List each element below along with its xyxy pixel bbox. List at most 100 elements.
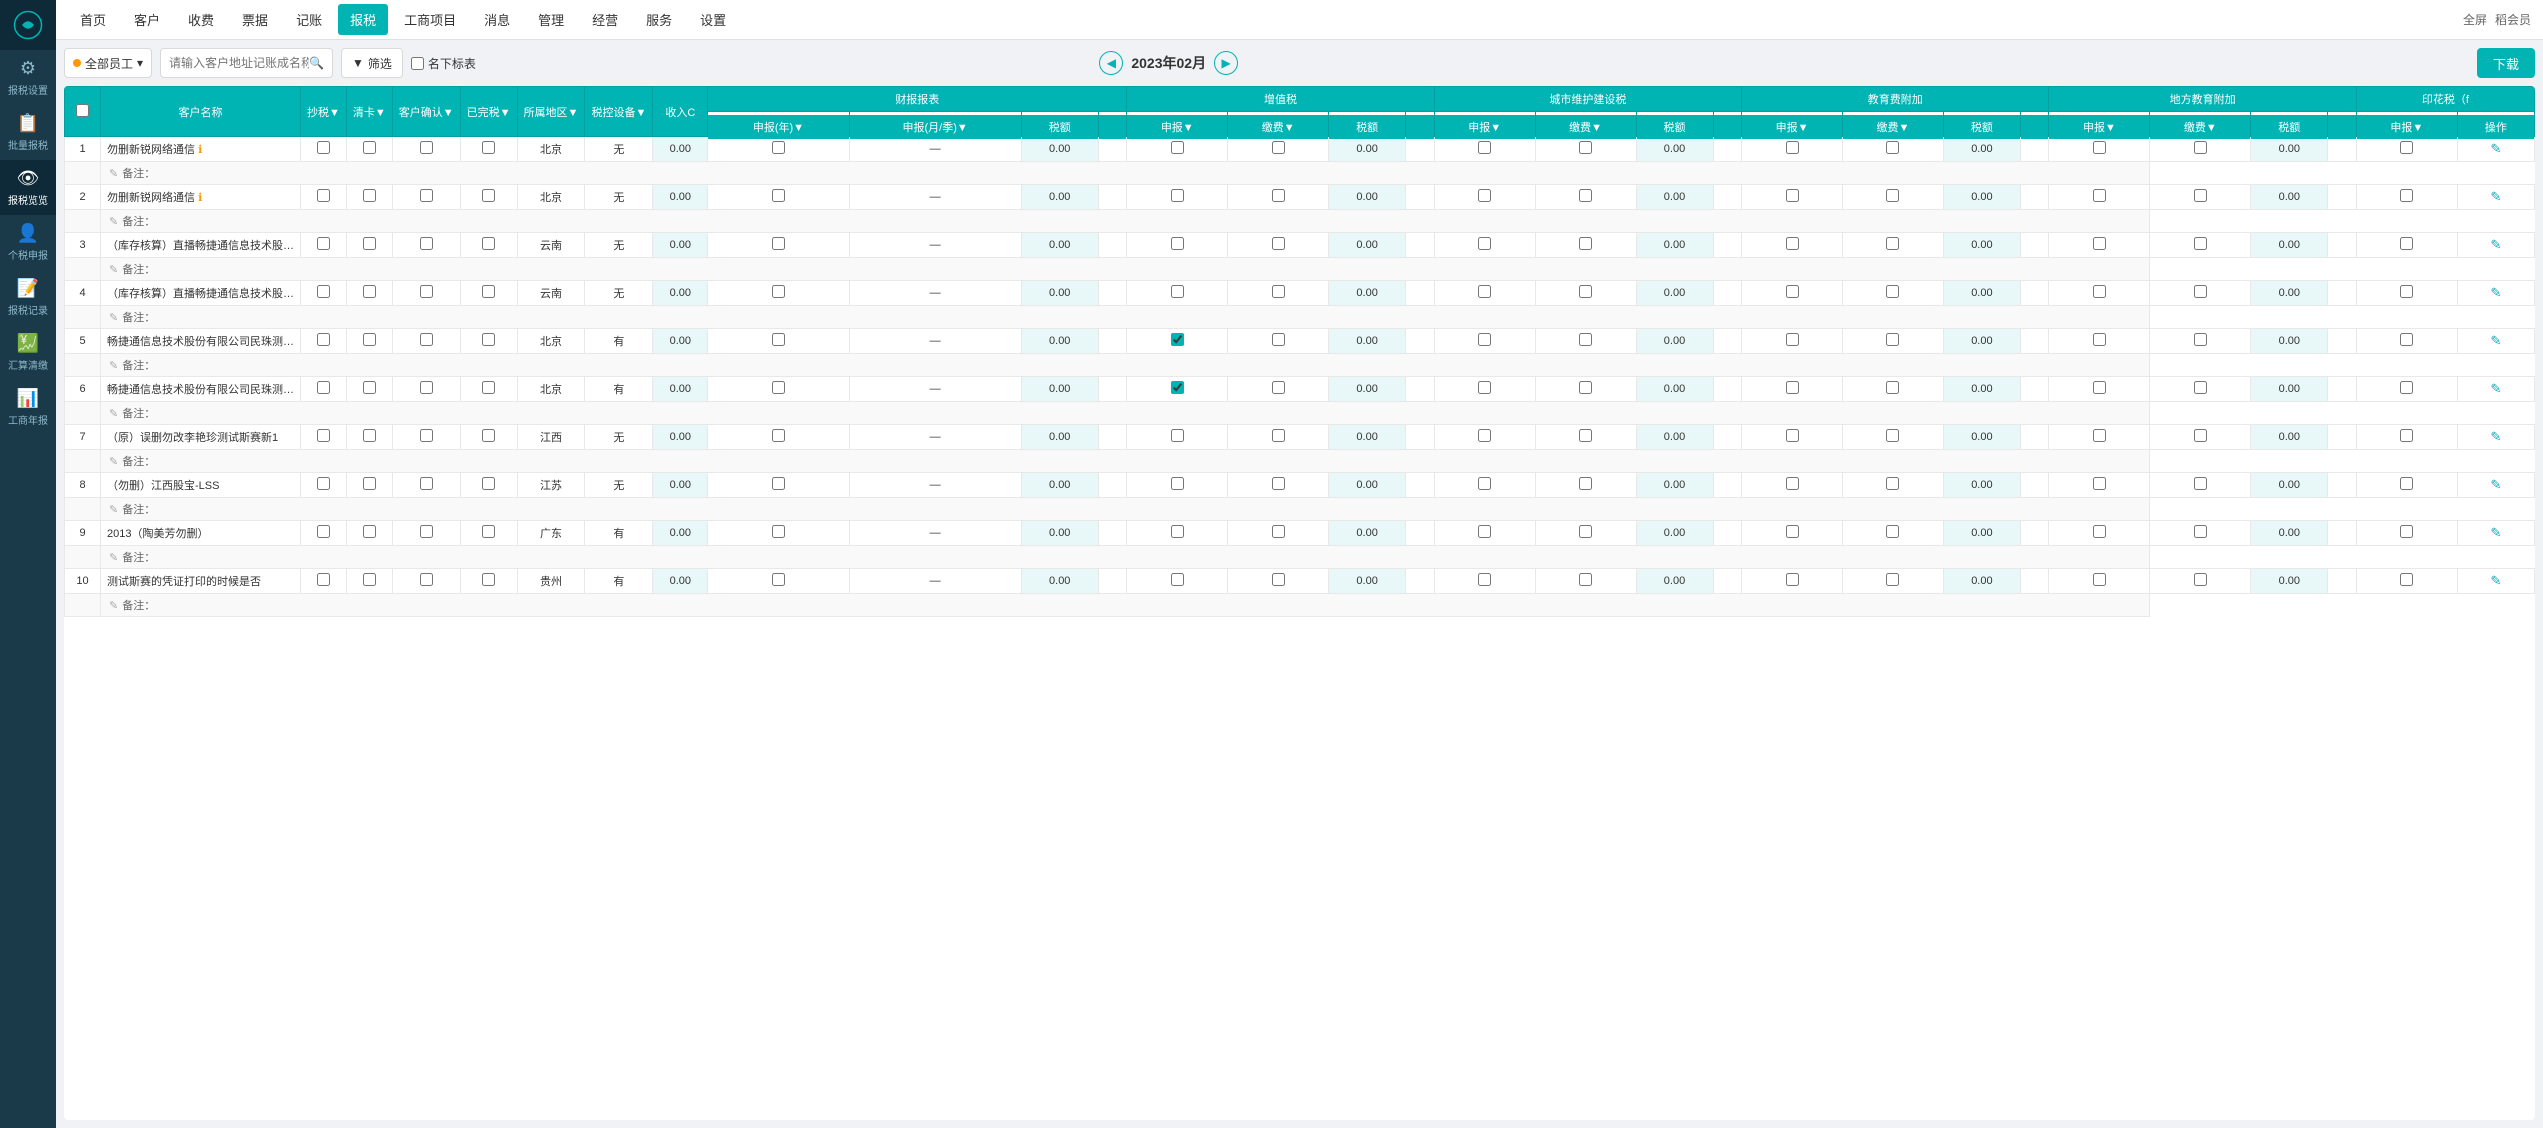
fin-year-cb[interactable] [772,381,785,394]
card-cb[interactable] [363,285,376,298]
edit-icon[interactable]: ✎ [2490,525,2501,540]
local-pay-cb[interactable] [2194,285,2207,298]
city-pay-cb[interactable] [1579,141,1592,154]
local-cb[interactable] [2093,429,2106,442]
city-cb[interactable] [1478,525,1491,538]
city-cb[interactable] [1478,429,1491,442]
card-cb[interactable] [363,141,376,154]
city-pay-cb[interactable] [1579,237,1592,250]
city-pay-cb[interactable] [1579,285,1592,298]
vat-pay-cb[interactable] [1272,333,1285,346]
nav-item-服务[interactable]: 服务 [634,4,684,35]
edit-icon[interactable]: ✎ [2490,381,2501,396]
tax-cb[interactable] [317,477,330,490]
edu-cb[interactable] [1786,333,1799,346]
confirm-cb[interactable] [420,237,433,250]
sidebar-item-4[interactable]: 📝报税记录 [0,270,56,325]
sidebar-item-2[interactable]: 👁报税览览 [0,160,56,215]
edu-pay-cb[interactable] [1886,285,1899,298]
checkbox[interactable] [1171,189,1184,202]
city-cb[interactable] [1478,381,1491,394]
fin-year-cb[interactable] [772,573,785,586]
local-pay-cb[interactable] [2194,141,2207,154]
fin-year-cb[interactable] [772,525,785,538]
tax-cb[interactable] [317,189,330,202]
warning-icon[interactable]: ℹ [198,144,202,156]
city-cb[interactable] [1478,285,1491,298]
city-pay-cb[interactable] [1579,573,1592,586]
vat-pay-cb[interactable] [1272,189,1285,202]
nav-item-报税[interactable]: 报税 [338,4,388,35]
tax-cb[interactable] [317,573,330,586]
employee-filter[interactable]: 全部员工 ▾ [64,48,152,78]
filed-cb[interactable] [482,381,495,394]
tax-cb[interactable] [317,525,330,538]
local-cb[interactable] [2093,333,2106,346]
stamp-cb[interactable] [2400,429,2413,442]
note-pencil-icon[interactable]: ✎ [109,551,118,564]
nav-item-收费[interactable]: 收费 [176,4,226,35]
stamp-cb[interactable] [2400,189,2413,202]
named-table-checkbox[interactable]: 名下标表 [411,55,476,72]
checkbox[interactable] [1171,573,1184,586]
city-cb[interactable] [1478,573,1491,586]
confirm-cb[interactable] [420,381,433,394]
note-pencil-icon[interactable]: ✎ [109,599,118,612]
card-cb[interactable] [363,333,376,346]
city-pay-cb[interactable] [1579,525,1592,538]
local-pay-cb[interactable] [2194,525,2207,538]
edit-icon[interactable]: ✎ [2490,333,2501,348]
prev-month-btn[interactable]: ◀ [1099,51,1123,75]
sidebar-item-5[interactable]: 💹汇算清缴 [0,325,56,380]
local-pay-cb[interactable] [2194,477,2207,490]
city-cb[interactable] [1478,141,1491,154]
stamp-cb[interactable] [2400,477,2413,490]
edit-icon[interactable]: ✎ [2490,429,2501,444]
edu-cb[interactable] [1786,429,1799,442]
confirm-cb[interactable] [420,573,433,586]
confirm-cb[interactable] [420,141,433,154]
confirm-cb[interactable] [420,285,433,298]
vat-pay-cb[interactable] [1272,573,1285,586]
vat-pay-cb[interactable] [1272,381,1285,394]
filed-cb[interactable] [482,573,495,586]
card-cb[interactable] [363,429,376,442]
fin-year-cb[interactable] [772,477,785,490]
edu-pay-cb[interactable] [1886,189,1899,202]
checkbox[interactable] [1171,477,1184,490]
fullscreen-btn[interactable]: 全屏 [2463,11,2487,28]
stamp-cb[interactable] [2400,381,2413,394]
local-pay-cb[interactable] [2194,429,2207,442]
edu-cb[interactable] [1786,525,1799,538]
local-cb[interactable] [2093,237,2106,250]
confirm-cb[interactable] [420,189,433,202]
city-pay-cb[interactable] [1579,189,1592,202]
warning-icon[interactable]: ℹ [297,336,300,348]
nav-item-设置[interactable]: 设置 [688,4,738,35]
edit-icon[interactable]: ✎ [2490,285,2501,300]
city-pay-cb[interactable] [1579,381,1592,394]
sidebar-item-1[interactable]: 📋批量报税 [0,105,56,160]
local-pay-cb[interactable] [2194,189,2207,202]
nav-item-管理[interactable]: 管理 [526,4,576,35]
tax-cb[interactable] [317,381,330,394]
edu-pay-cb[interactable] [1886,333,1899,346]
note-pencil-icon[interactable]: ✎ [109,311,118,324]
local-cb[interactable] [2093,285,2106,298]
fin-year-cb[interactable] [772,141,785,154]
checkbox[interactable] [1171,285,1184,298]
note-pencil-icon[interactable]: ✎ [109,407,118,420]
download-btn[interactable]: 下载 [2477,48,2535,78]
checkbox[interactable] [1171,381,1184,394]
warning-icon[interactable]: ℹ [297,384,300,396]
city-cb[interactable] [1478,237,1491,250]
card-cb[interactable] [363,573,376,586]
local-cb[interactable] [2093,477,2106,490]
select-all-checkbox[interactable] [76,104,89,117]
city-pay-cb[interactable] [1579,333,1592,346]
next-month-btn[interactable]: ▶ [1214,51,1238,75]
card-cb[interactable] [363,381,376,394]
local-cb[interactable] [2093,525,2106,538]
edu-pay-cb[interactable] [1886,429,1899,442]
city-pay-cb[interactable] [1579,429,1592,442]
